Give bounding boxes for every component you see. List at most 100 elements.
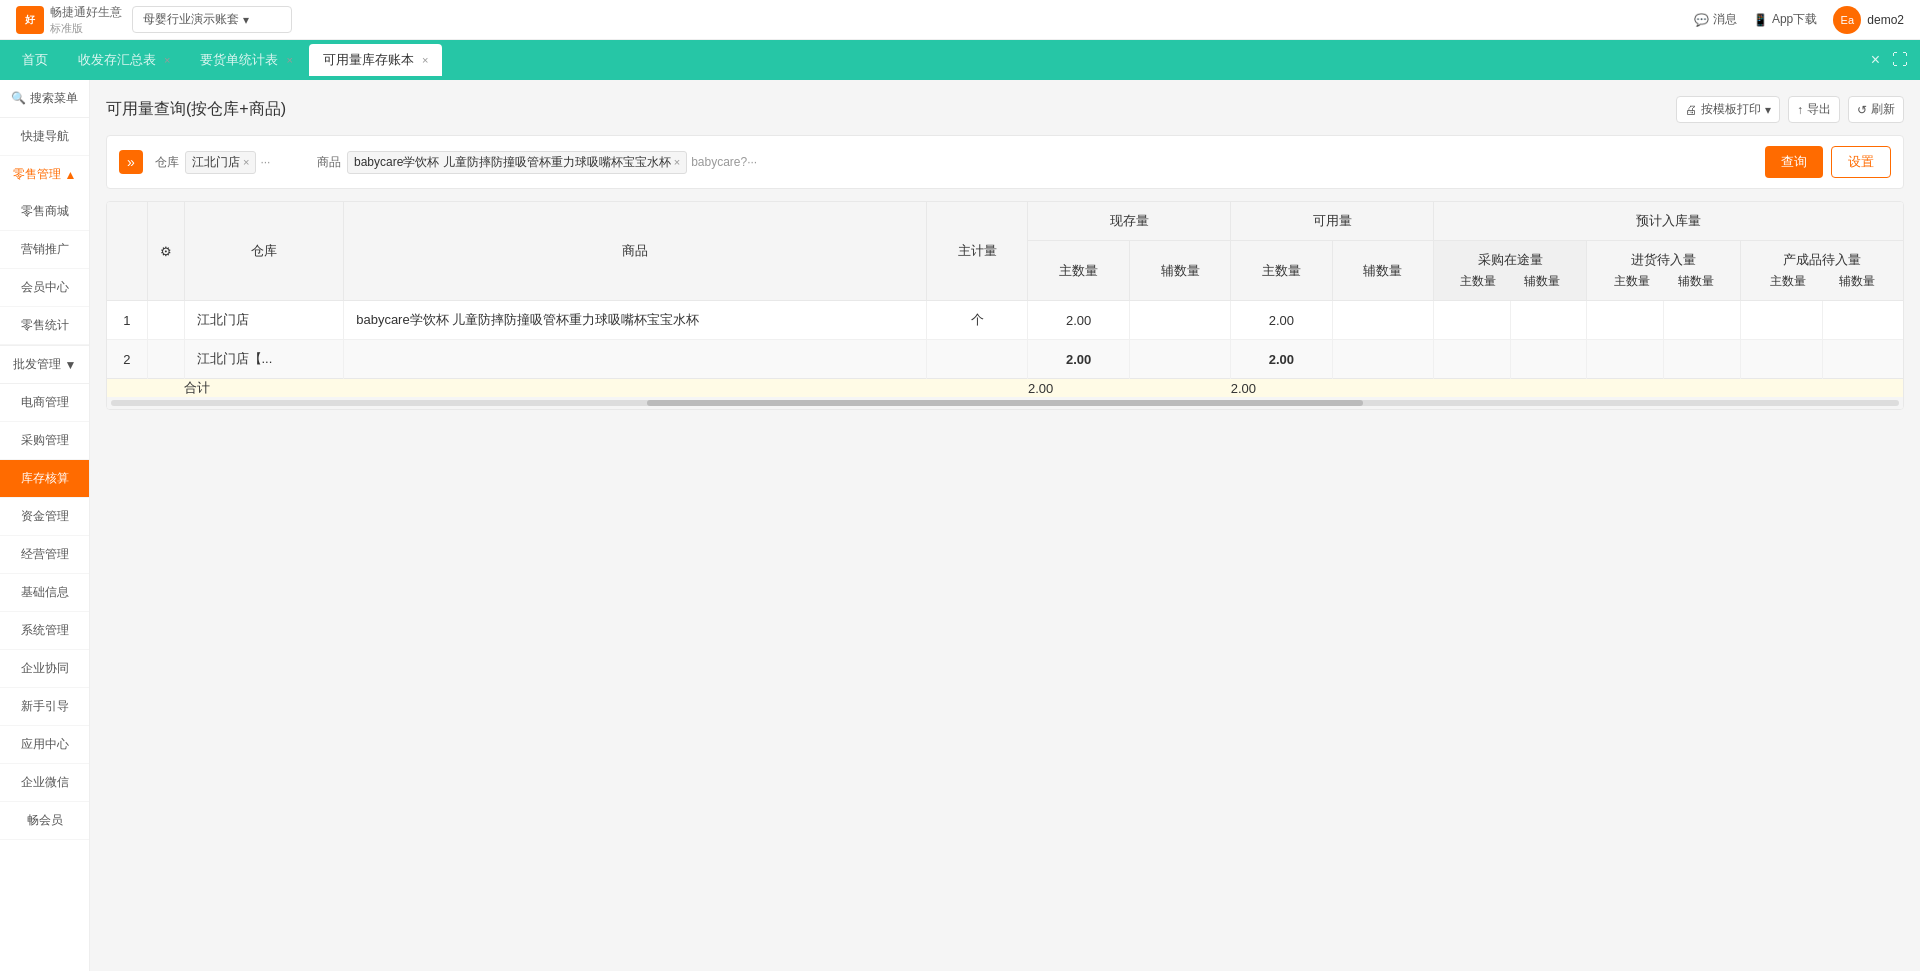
sidebar-item-operations[interactable]: 经营管理: [0, 536, 89, 574]
row-stock-aux-1: [1129, 301, 1230, 340]
th-stock-main: 主数量: [1028, 241, 1129, 301]
row-settings-1: [147, 301, 184, 340]
export-icon: ↑: [1797, 103, 1803, 117]
sidebar-item-vip[interactable]: 畅会员: [0, 802, 89, 840]
footer-incoming-main: [1587, 379, 1664, 398]
sidebar-item-wechat[interactable]: 企业微信: [0, 764, 89, 802]
footer-empty-2: [147, 379, 184, 398]
product-tag-close[interactable]: ×: [674, 156, 680, 168]
sidebar-item-basic[interactable]: 基础信息: [0, 574, 89, 612]
footer-purchase-main: [1433, 379, 1510, 398]
logo-text: 畅捷通好生意: [50, 4, 122, 21]
tab-home[interactable]: 首页: [8, 44, 62, 76]
row-product-1: babycare学饮杯 儿童防摔防撞吸管杯重力球吸嘴杯宝宝水杯: [344, 301, 927, 340]
tab-receive-summary[interactable]: 收发存汇总表 ×: [64, 44, 184, 76]
footer-empty-1: [107, 379, 147, 398]
scrollbar-track: [111, 400, 1899, 406]
sidebar-item-retail-mall[interactable]: 零售商城: [0, 193, 89, 231]
tab-inventory-close[interactable]: ×: [422, 54, 428, 66]
scrollbar-thumb[interactable]: [647, 400, 1362, 406]
th-index: [107, 202, 147, 301]
warehouse-tag-text: 江北门店: [192, 154, 240, 171]
wechat-label: 企业微信: [21, 775, 69, 789]
footer-stock-aux: [1129, 379, 1230, 398]
row-production-aux-2: [1823, 340, 1903, 379]
tab-order-stats[interactable]: 要货单统计表 ×: [186, 44, 306, 76]
footer-product: [344, 379, 927, 398]
warehouse-filter-more[interactable]: ···: [260, 155, 270, 169]
row-incoming-main-1: [1587, 301, 1664, 340]
th-available-aux: 辅数量: [1332, 241, 1433, 301]
sidebar-search[interactable]: 🔍 搜索菜单: [0, 80, 89, 118]
sidebar-item-inventory[interactable]: 库存核算: [0, 460, 89, 498]
sidebar-group-retail-header[interactable]: 零售管理 ▲: [0, 156, 89, 193]
industry-text: 母婴行业演示账套: [143, 11, 239, 28]
row-purchase-main-1: [1433, 301, 1510, 340]
sidebar-item-system[interactable]: 系统管理: [0, 612, 89, 650]
sidebar-item-finance[interactable]: 资金管理: [0, 498, 89, 536]
row-purchase-aux-2: [1510, 340, 1587, 379]
sidebar-item-collab[interactable]: 企业协同: [0, 650, 89, 688]
warehouse-filter-group: 仓库 江北门店 × ···: [155, 151, 305, 174]
row-incoming-aux-2: [1664, 340, 1741, 379]
template-label: 标准版: [50, 21, 122, 36]
tab-receive-label: 收发存汇总表: [78, 51, 156, 69]
operations-label: 经营管理: [21, 547, 69, 561]
tab-order-close[interactable]: ×: [286, 54, 292, 66]
table-row: 2 江北门店【... 2.00 2.00: [107, 340, 1903, 379]
product-filter-more[interactable]: babycare?···: [691, 155, 757, 169]
settings-button[interactable]: 设置: [1831, 146, 1891, 178]
th-stock-group: 现存量: [1028, 202, 1231, 241]
sidebar-item-ecommerce[interactable]: 电商管理: [0, 384, 89, 422]
close-all-btn[interactable]: ×: [1867, 47, 1884, 73]
sidebar-item-quick-nav[interactable]: 快捷导航: [0, 118, 89, 156]
row-purchase-main-2: [1433, 340, 1510, 379]
sidebar-item-member[interactable]: 会员中心: [0, 269, 89, 307]
row-warehouse-1: 江北门店: [184, 301, 344, 340]
horizontal-scrollbar[interactable]: [107, 397, 1903, 409]
industry-selector[interactable]: 母婴行业演示账套 ▾: [132, 6, 292, 33]
refresh-btn[interactable]: ↺ 刷新: [1848, 96, 1904, 123]
sidebar-item-appstore[interactable]: 应用中心: [0, 726, 89, 764]
warehouse-tag-close[interactable]: ×: [243, 156, 249, 168]
export-btn[interactable]: ↑ 导出: [1788, 96, 1840, 123]
wholesale-chevron-icon: ▼: [65, 358, 77, 372]
row-product-2: [344, 340, 927, 379]
footer-avail-aux: [1332, 379, 1433, 398]
footer-purchase-aux: [1510, 379, 1587, 398]
sidebar-group-wholesale: 批发管理 ▼: [0, 346, 89, 384]
inventory-table: ⚙ 仓库 商品 主计量 现存量 可用量 预计入库量 主数量 辅数量 主数量 辅数…: [107, 202, 1903, 397]
sidebar-group-wholesale-header[interactable]: 批发管理 ▼: [0, 346, 89, 383]
query-button[interactable]: 查询: [1765, 146, 1823, 178]
retail-stats-label: 零售统计: [21, 318, 69, 332]
app-download-btn[interactable]: 📱 App下载: [1753, 11, 1817, 28]
message-btn[interactable]: 💬 消息: [1694, 11, 1737, 28]
refresh-icon: ↺: [1857, 103, 1867, 117]
app-icon: 📱: [1753, 13, 1768, 27]
print-btn[interactable]: 🖨 按模板打印 ▾: [1676, 96, 1780, 123]
th-settings[interactable]: ⚙: [147, 202, 184, 301]
sidebar-item-retail-stats[interactable]: 零售统计: [0, 307, 89, 345]
tab-receive-close[interactable]: ×: [164, 54, 170, 66]
warehouse-filter-label: 仓库: [155, 154, 179, 171]
tab-available-inventory[interactable]: 可用量库存账本 ×: [309, 44, 442, 76]
refresh-label: 刷新: [1871, 101, 1895, 118]
marketing-label: 营销推广: [21, 242, 69, 256]
row-purchase-aux-1: [1510, 301, 1587, 340]
row-unit-1: 个: [927, 301, 1028, 340]
sidebar-item-marketing[interactable]: 营销推广: [0, 231, 89, 269]
sidebar-item-purchase[interactable]: 采购管理: [0, 422, 89, 460]
system-label: 系统管理: [21, 623, 69, 637]
row-avail-aux-2: [1332, 340, 1433, 379]
filter-expand-btn[interactable]: »: [119, 150, 143, 174]
logo-icon: 好: [16, 6, 44, 34]
footer-stock-main: 2.00: [1028, 379, 1129, 398]
th-production-group: 产成品待入量主数量辅数量: [1741, 241, 1903, 301]
th-incoming-group: 进货待入量主数量辅数量: [1587, 241, 1741, 301]
message-icon: 💬: [1694, 13, 1709, 27]
row-avail-main-1: 2.00: [1231, 301, 1332, 340]
sidebar-item-guide[interactable]: 新手引导: [0, 688, 89, 726]
fullscreen-btn[interactable]: ⛶: [1888, 47, 1912, 73]
th-main-unit: 主计量: [927, 202, 1028, 301]
th-available-group: 可用量: [1231, 202, 1434, 241]
